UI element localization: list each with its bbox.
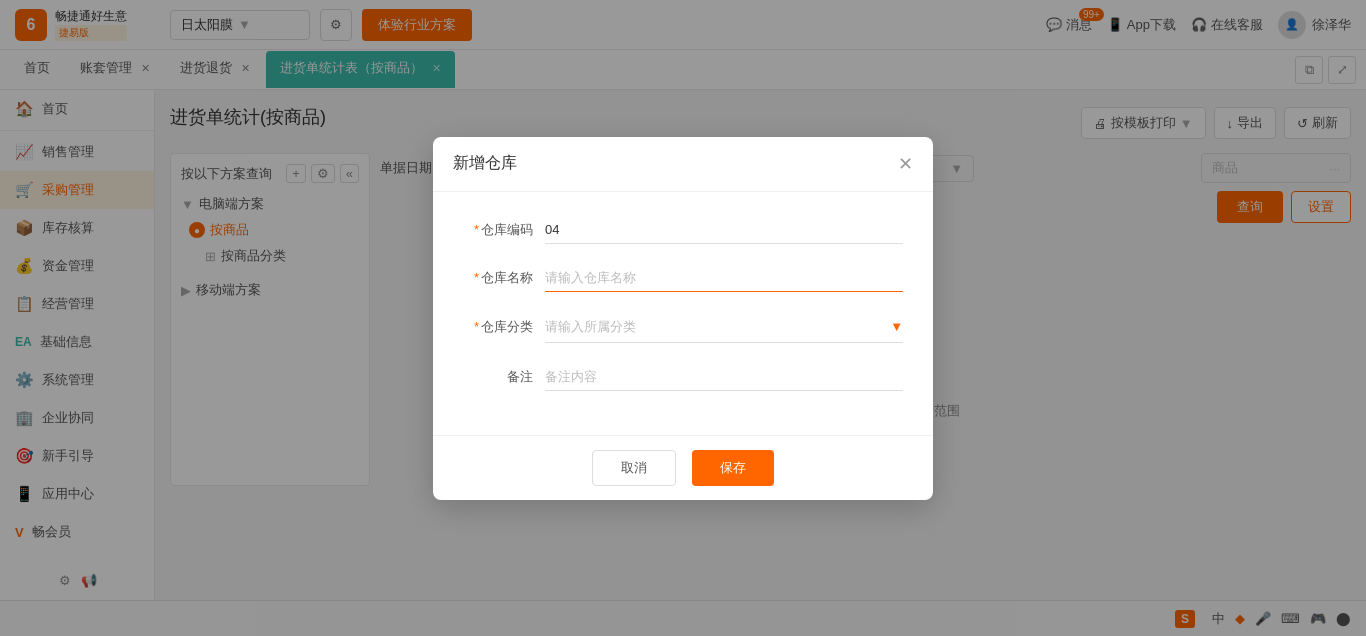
modal-close-button[interactable]: ✕ (898, 153, 913, 175)
category-label: *仓库分类 (463, 318, 533, 336)
note-input[interactable] (545, 363, 903, 391)
modal-footer: 取消 保存 (433, 435, 933, 500)
modal-header: 新增仓库 ✕ (433, 137, 933, 192)
form-row-code: *仓库编码 (463, 216, 903, 244)
form-row-name: *仓库名称 (463, 264, 903, 292)
modal-body: *仓库编码 *仓库名称 *仓库分类 请输入所属分类 ▼ (433, 192, 933, 435)
name-input[interactable] (545, 264, 903, 292)
note-label: 备注 (463, 368, 533, 386)
code-label: *仓库编码 (463, 221, 533, 239)
name-label: *仓库名称 (463, 269, 533, 287)
form-row-note: 备注 (463, 363, 903, 391)
code-input[interactable] (545, 216, 903, 244)
modal-title: 新增仓库 (453, 153, 517, 174)
save-button[interactable]: 保存 (692, 450, 774, 486)
cancel-button[interactable]: 取消 (592, 450, 676, 486)
category-select[interactable]: 请输入所属分类 ▼ (545, 312, 903, 343)
category-select-arrow: ▼ (890, 319, 903, 334)
form-row-category: *仓库分类 请输入所属分类 ▼ (463, 312, 903, 343)
modal-overlay[interactable]: 新增仓库 ✕ *仓库编码 *仓库名称 *仓库分类 (0, 0, 1366, 636)
new-warehouse-modal: 新增仓库 ✕ *仓库编码 *仓库名称 *仓库分类 (433, 137, 933, 500)
